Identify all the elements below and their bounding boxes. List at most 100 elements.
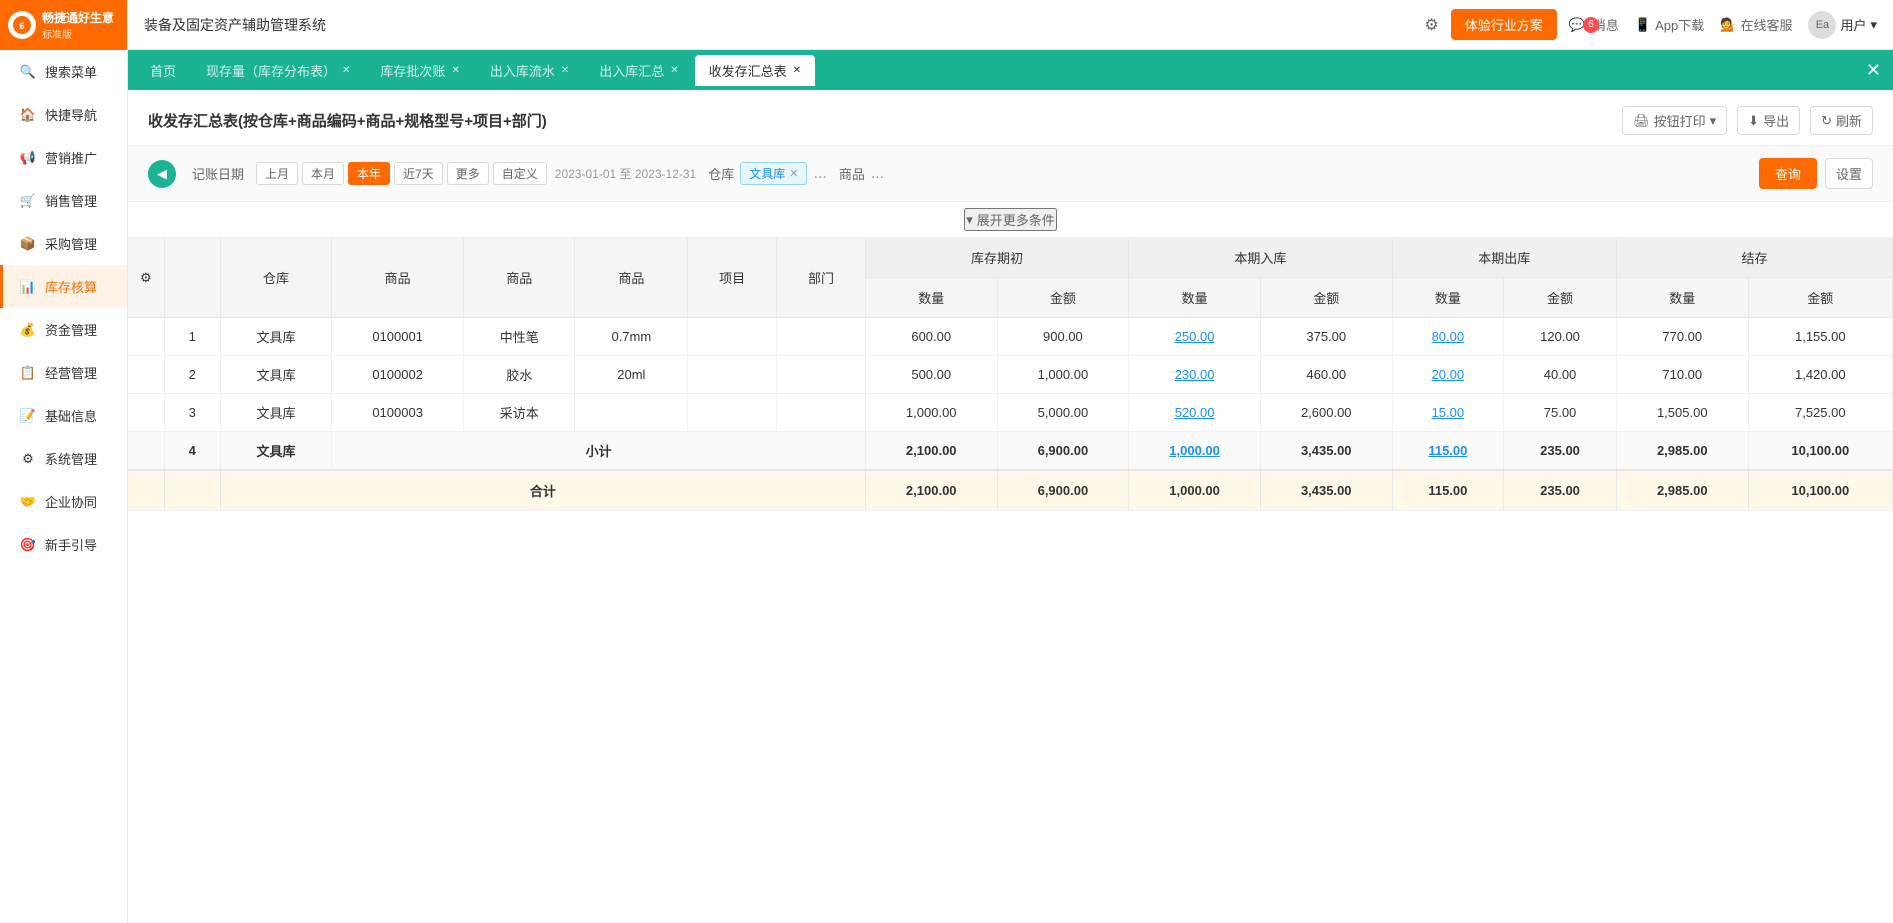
online-service-button[interactable]: 💁 在线客服 (1720, 15, 1792, 34)
tab-receive-summary-close[interactable]: ✕ (793, 65, 801, 76)
table-wrapper: ⚙ 仓库 商品 商品 商品 项目 部门 库存期初 本期入库 本期出库 结存 (128, 238, 1893, 923)
warehouse-tag[interactable]: 文具库 ✕ (740, 162, 807, 185)
cell-subtotal-in-qty[interactable]: 1,000.00 (1129, 432, 1261, 471)
tab-inout-summary[interactable]: 出入库汇总 ✕ (585, 55, 692, 86)
date-btn-this-month[interactable]: 本月 (302, 162, 344, 185)
cell-subtotal-out-qty[interactable]: 115.00 (1392, 432, 1504, 471)
total-bal-qty: 2,985.00 (1616, 470, 1748, 511)
cell-row2-name: 胶水 (463, 356, 574, 394)
total-in-qty: 1,000.00 (1129, 470, 1261, 511)
page-header-actions: 🖨 按钮打印 ▾ ⬇ 导出 ↻ 刷新 (1622, 106, 1873, 135)
sidebar-item-base-info[interactable]: 📝 基础信息 (0, 394, 127, 437)
col-out-qty: 数量 (1392, 278, 1504, 318)
tab-inventory-dist[interactable]: 现存量（库存分布表） ✕ (192, 55, 364, 86)
try-button[interactable]: 体验行业方案 (1451, 9, 1557, 40)
date-filter-label: 记账日期 (192, 164, 244, 183)
tab-batch[interactable]: 库存批次账 ✕ (366, 55, 473, 86)
tab-inout-summary-label: 出入库汇总 (599, 61, 664, 80)
link-row1-out-qty[interactable]: 80.00 (1432, 329, 1465, 344)
col-no (164, 238, 220, 318)
cell-row3-in-qty[interactable]: 520.00 (1129, 394, 1261, 432)
expand-filter-button[interactable]: ▾ 展开更多条件 (964, 208, 1057, 231)
link-row2-out-qty[interactable]: 20.00 (1432, 367, 1465, 382)
tab-inout-summary-close[interactable]: ✕ (670, 65, 678, 76)
cell-row2-out-qty[interactable]: 20.00 (1392, 356, 1504, 394)
tab-receive-summary[interactable]: 收发存汇总表 ✕ (695, 55, 815, 86)
tab-batch-close[interactable]: ✕ (451, 65, 459, 76)
date-btn-7days[interactable]: 近7天 (394, 162, 443, 185)
tab-receive-summary-label: 收发存汇总表 (709, 61, 787, 80)
assets-icon: 💰 (19, 321, 37, 339)
export-button[interactable]: ⬇ 导出 (1737, 106, 1800, 135)
chevron-down-icon: ▾ (1710, 113, 1717, 129)
tab-inout-flow[interactable]: 出入库流水 ✕ (476, 55, 583, 86)
cell-row2-in-qty[interactable]: 230.00 (1129, 356, 1261, 394)
goods-filter-dots[interactable]: ... (871, 165, 884, 183)
settings-button[interactable]: 设置 (1825, 158, 1873, 189)
date-btn-last-month[interactable]: 上月 (256, 162, 298, 185)
gear-button[interactable]: ⚙ (1424, 15, 1438, 35)
sidebar-item-quick-nav[interactable]: 🏠 快捷导航 (0, 93, 127, 136)
link-row2-in-qty[interactable]: 230.00 (1175, 367, 1215, 382)
date-btn-this-year[interactable]: 本年 (348, 162, 390, 185)
warehouse-tag-close[interactable]: ✕ (789, 167, 798, 180)
cell-row2-spec: 20ml (575, 356, 688, 394)
sidebar-item-marketing[interactable]: 📢 营销推广 (0, 136, 127, 179)
link-subtotal-in-qty[interactable]: 1,000.00 (1169, 443, 1220, 458)
cell-row1-in-qty[interactable]: 250.00 (1129, 318, 1261, 356)
tab-inventory-dist-close[interactable]: ✕ (342, 65, 350, 76)
sidebar-item-system[interactable]: ⚙ 系统管理 (0, 437, 127, 480)
warehouse-filter-label: 仓库 (708, 164, 734, 183)
date-btn-custom[interactable]: 自定义 (493, 162, 547, 185)
col-balance-qty: 数量 (1616, 278, 1748, 318)
cell-row2-warehouse: 文具库 (220, 356, 331, 394)
link-row3-out-qty[interactable]: 15.00 (1432, 405, 1465, 420)
user-area[interactable]: Ea 用户 ▾ (1808, 11, 1877, 39)
close-all-tabs-button[interactable]: ✕ (1866, 60, 1881, 81)
cell-row1-out-qty[interactable]: 80.00 (1392, 318, 1504, 356)
sidebar-item-enterprise[interactable]: 🤝 企业协同 (0, 480, 127, 523)
query-button[interactable]: 查询 (1759, 158, 1817, 189)
sidebar-item-search[interactable]: 🔍 搜索菜单 (0, 50, 127, 93)
cell-row3-in-amt: 2,600.00 (1260, 394, 1392, 432)
link-row3-in-qty[interactable]: 520.00 (1175, 405, 1215, 420)
link-subtotal-out-qty[interactable]: 115.00 (1428, 443, 1467, 458)
sidebar-item-guide[interactable]: 🎯 新手引导 (0, 523, 127, 566)
tab-inout-flow-close[interactable]: ✕ (561, 65, 569, 76)
cell-row2-open-qty: 500.00 (865, 356, 997, 394)
refresh-button[interactable]: ↻ 刷新 (1810, 106, 1873, 135)
col-balance-amt: 金额 (1748, 278, 1892, 318)
col-goods-name: 商品 (463, 238, 574, 318)
message-button[interactable]: 💬 6 消息 (1569, 15, 1619, 34)
cell-subtotal-label: 小计 (332, 432, 866, 471)
tab-batch-label: 库存批次账 (380, 61, 445, 80)
link-row1-in-qty[interactable]: 250.00 (1175, 329, 1215, 344)
total-settings (128, 470, 164, 511)
cell-row2-bal-qty: 710.00 (1616, 356, 1748, 394)
sidebar-item-assets[interactable]: 💰 资金管理 (0, 308, 127, 351)
cell-row3-out-qty[interactable]: 15.00 (1392, 394, 1504, 432)
date-options: 上月 本月 本年 近7天 更多 自定义 2023-01-01 至 2023-12… (256, 162, 696, 185)
sidebar-item-purchase[interactable]: 📦 采购管理 (0, 222, 127, 265)
col-department: 部门 (777, 238, 866, 318)
sidebar-item-inventory[interactable]: 📊 库存核算 (0, 265, 127, 308)
sidebar-item-sales[interactable]: 🛒 销售管理 (0, 179, 127, 222)
cell-row1-open-amt: 900.00 (997, 318, 1129, 356)
print-button[interactable]: 🖨 按钮打印 ▾ (1622, 106, 1727, 135)
cell-row3-bal-amt: 7,525.00 (1748, 394, 1892, 432)
table-settings-icon[interactable]: ⚙ (140, 270, 152, 285)
cell-row2-no: 2 (164, 356, 220, 394)
cell-subtotal-out-amt: 235.00 (1504, 432, 1617, 471)
table-row: 1 文具库 0100001 中性笔 0.7mm 600.00 900.00 25… (128, 318, 1893, 356)
tab-home[interactable]: 首页 (136, 55, 190, 86)
filter-collapse-button[interactable]: ◀ (148, 160, 176, 188)
warehouse-filter-dots[interactable]: ... (813, 165, 826, 183)
col-group-balance: 结存 (1616, 238, 1892, 278)
total-out-qty: 115.00 (1392, 470, 1504, 511)
table-settings-column[interactable]: ⚙ (128, 238, 164, 318)
marketing-icon: 📢 (19, 149, 37, 167)
sidebar-item-operations[interactable]: 📋 经营管理 (0, 351, 127, 394)
total-in-amt: 3,435.00 (1260, 470, 1392, 511)
date-btn-more[interactable]: 更多 (447, 162, 489, 185)
app-download-button[interactable]: 📱 App下载 (1635, 15, 1704, 34)
